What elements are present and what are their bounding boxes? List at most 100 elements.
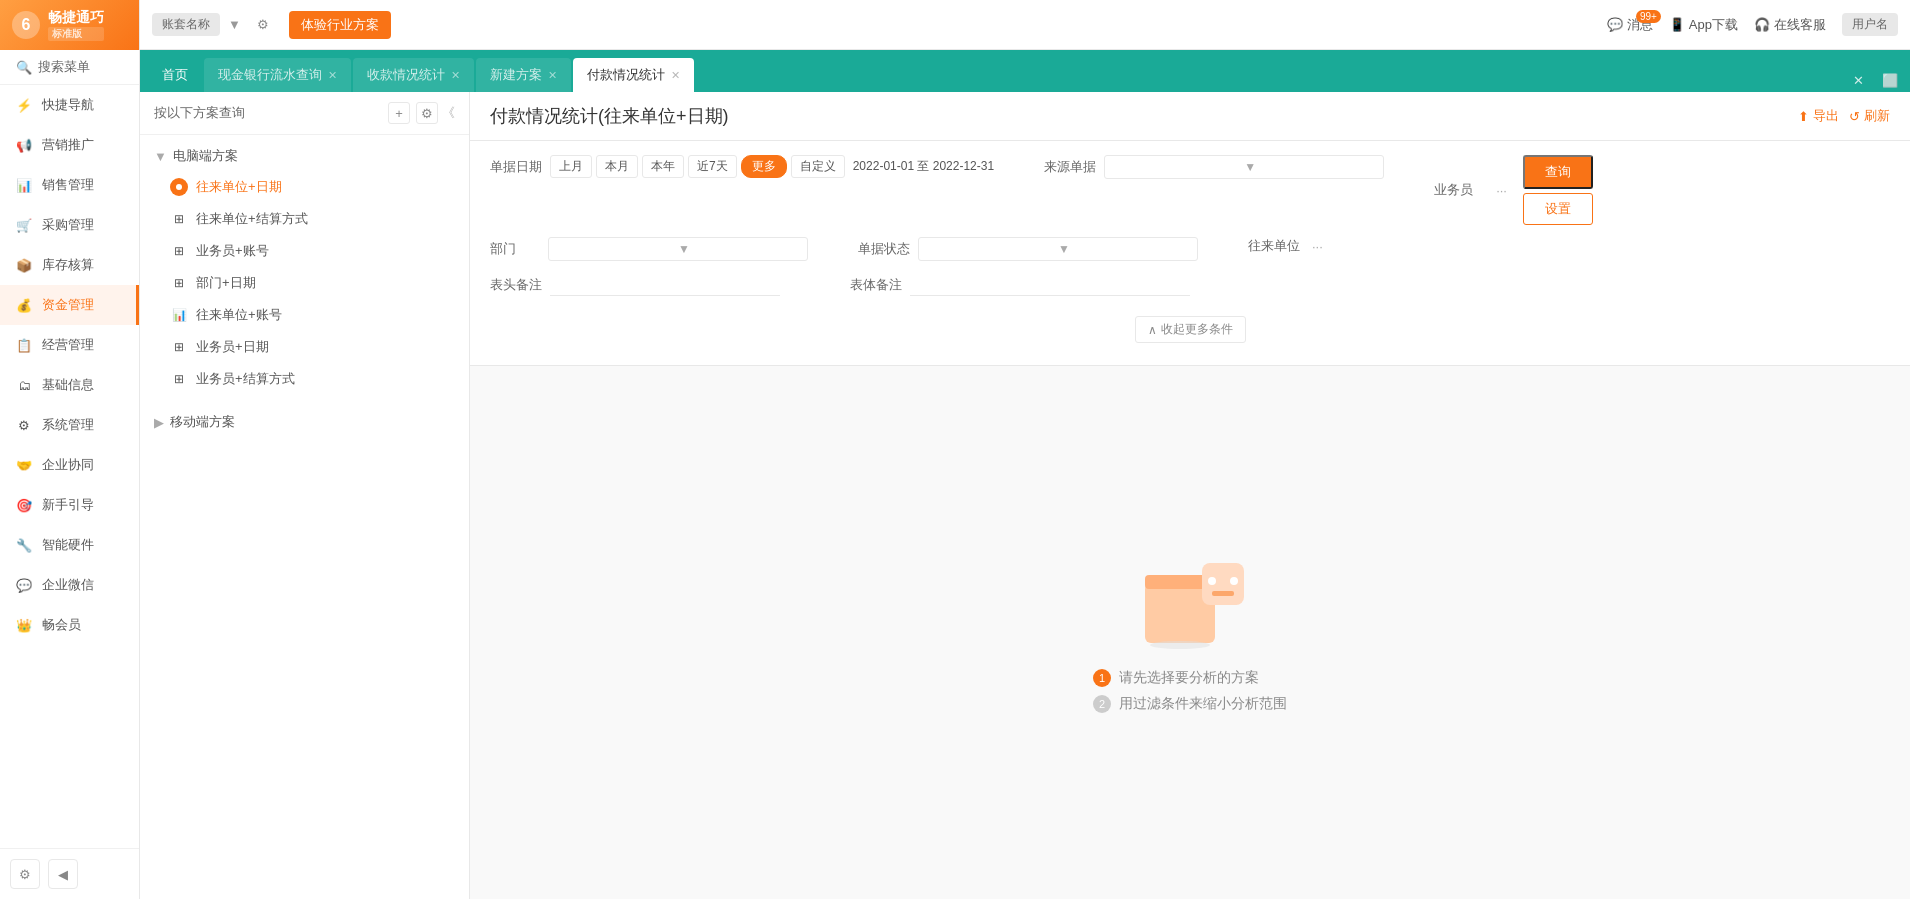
scheme-item-6[interactable]: ⊞ 业务员+结算方式 (140, 363, 469, 395)
more-date-btn[interactable]: 更多 (741, 155, 787, 178)
date-label: 单据日期 (490, 158, 542, 176)
partner-filter: 往来单位 ··· (1248, 237, 1323, 255)
guide-icon: 🎯 (14, 495, 34, 515)
sidebar-item-guide[interactable]: 🎯 新手引导 (0, 485, 139, 525)
scheme-item-5[interactable]: ⊞ 业务员+日期 (140, 331, 469, 363)
sidebar-item-wechat[interactable]: 💬 企业微信 (0, 565, 139, 605)
sidebar-item-cooperation[interactable]: 🤝 企业协同 (0, 445, 139, 485)
app-download-button[interactable]: 📱 App下载 (1669, 16, 1738, 34)
this-month-btn[interactable]: 本月 (596, 155, 638, 178)
topbar-right: 💬 消息 99+ 📱 App下载 🎧 在线客服 用户名 (1607, 13, 1898, 36)
purchase-icon: 🛒 (14, 215, 34, 235)
content-area: 按以下方案查询 + ⚙ 《 ▼ 电脑端方案 往来单位+日期 ⊞ 往来 (140, 92, 1910, 899)
settings-footer-button[interactable]: ⚙ (10, 859, 40, 889)
source-select[interactable]: ▼ (1104, 155, 1384, 179)
scheme-panel-header: 按以下方案查询 + ⚙ 《 (140, 92, 469, 135)
mobile-scheme-section: ▶ 移动端方案 (140, 401, 469, 443)
nav-label: 资金管理 (42, 296, 94, 314)
tab-payment-close[interactable]: ✕ (671, 69, 680, 82)
sidebar-item-inventory[interactable]: 📦 库存核算 (0, 245, 139, 285)
search-menu[interactable]: 🔍 搜索菜单 (0, 50, 139, 85)
sidebar-item-sales[interactable]: 📊 销售管理 (0, 165, 139, 205)
header-remark-input[interactable] (550, 273, 780, 296)
sidebar-item-shortcut[interactable]: ⚡ 快捷导航 (0, 85, 139, 125)
nav-label: 基础信息 (42, 376, 94, 394)
tab-bank-label: 现金银行流水查询 (218, 66, 322, 84)
partner-more[interactable]: ··· (1312, 239, 1323, 254)
scheme-item-4[interactable]: 📊 往来单位+账号 (140, 299, 469, 331)
tab-new-scheme-close[interactable]: ✕ (548, 69, 557, 82)
body-remark-filter: 表体备注 (850, 273, 1190, 296)
tab-payment[interactable]: 付款情况统计 ✕ (573, 58, 694, 92)
status-select[interactable]: ▼ (918, 237, 1198, 261)
settings-icon[interactable]: ⚙ (249, 11, 277, 39)
sidebar-item-system[interactable]: ⚙ 系统管理 (0, 405, 139, 445)
scheme-table-icon: ⊞ (170, 370, 188, 388)
tab-collection[interactable]: 收款情况统计 ✕ (353, 58, 474, 92)
logo-sub: 标准版 (48, 27, 104, 41)
account-dropdown[interactable]: ▼ (228, 17, 241, 32)
tab-bank[interactable]: 现金银行流水查询 ✕ (204, 58, 351, 92)
message-badge: 99+ (1636, 10, 1661, 23)
sidebar-item-operation[interactable]: 📋 经营管理 (0, 325, 139, 365)
filter-area: 单据日期 上月 本月 本年 近7天 更多 自定义 2022-01-01 至 20… (470, 141, 1910, 366)
maximize-button[interactable]: ⬜ (1878, 68, 1902, 92)
collapse-sidebar-button[interactable]: ◀ (48, 859, 78, 889)
messages-button[interactable]: 💬 消息 99+ (1607, 16, 1653, 34)
hint-num-2: 2 (1093, 695, 1111, 713)
scheme-item-3[interactable]: ⊞ 部门+日期 (140, 267, 469, 299)
staff-filter: 业务员 ··· 查询 设置 (1434, 155, 1593, 225)
content-right: 付款情况统计(往来单位+日期) ⬆ 导出 ↺ 刷新 单 (470, 92, 1910, 899)
sidebar-item-purchase[interactable]: 🛒 采购管理 (0, 205, 139, 245)
close-all-tabs-button[interactable]: ✕ (1846, 68, 1870, 92)
staff-more[interactable]: ··· (1496, 183, 1507, 198)
scheme-settings-button[interactable]: ⚙ (416, 102, 438, 124)
nav-label: 销售管理 (42, 176, 94, 194)
shortcut-icon: ⚡ (14, 95, 34, 115)
desktop-scheme-section: ▼ 电脑端方案 往来单位+日期 ⊞ 往来单位+结算方式 ⊞ 业务员+账号 ⊞ (140, 135, 469, 401)
query-button[interactable]: 查询 (1523, 155, 1593, 189)
setting-button[interactable]: 设置 (1523, 193, 1593, 225)
hardware-icon: 🔧 (14, 535, 34, 555)
scheme-table-icon: ⊞ (170, 338, 188, 356)
scheme-item-2[interactable]: ⊞ 业务员+账号 (140, 235, 469, 267)
operation-icon: 📋 (14, 335, 34, 355)
tab-bank-close[interactable]: ✕ (328, 69, 337, 82)
sidebar-footer: ⚙ ◀ (0, 848, 139, 899)
empty-hints: 1 请先选择要分析的方案 2 用过滤条件来缩小分析范围 (1093, 669, 1287, 713)
account-name[interactable]: 账套名称 (152, 13, 220, 36)
sidebar-item-basic[interactable]: 🗂 基础信息 (0, 365, 139, 405)
add-scheme-button[interactable]: + (388, 102, 410, 124)
date-range-value: 2022-01-01 至 2022-12-31 (853, 158, 994, 175)
mobile-section-header[interactable]: ▶ 移动端方案 (140, 407, 469, 437)
sidebar-item-vip[interactable]: 👑 畅会员 (0, 605, 139, 645)
sidebar-item-hardware[interactable]: 🔧 智能硬件 (0, 525, 139, 565)
desktop-section-header[interactable]: ▼ 电脑端方案 (140, 141, 469, 171)
custom-date-btn[interactable]: 自定义 (791, 155, 845, 178)
export-button[interactable]: ⬆ 导出 (1798, 107, 1839, 125)
filter-row-1: 单据日期 上月 本月 本年 近7天 更多 自定义 2022-01-01 至 20… (490, 155, 1890, 225)
refresh-button[interactable]: ↺ 刷新 (1849, 107, 1890, 125)
trial-button[interactable]: 体验行业方案 (289, 11, 391, 39)
header-remark-label: 表头备注 (490, 276, 542, 294)
scheme-item-1[interactable]: ⊞ 往来单位+结算方式 (140, 203, 469, 235)
collapse-scheme-button[interactable]: 《 (442, 104, 455, 122)
body-remark-input[interactable] (910, 273, 1190, 296)
user-avatar[interactable]: 用户名 (1842, 13, 1898, 36)
tab-home[interactable]: 首页 (148, 58, 202, 92)
main-area: 账套名称 ▼ ⚙ 体验行业方案 💬 消息 99+ 📱 App下载 🎧 在线客服 … (140, 0, 1910, 899)
sidebar-item-capital[interactable]: 💰 资金管理 (0, 285, 139, 325)
online-service-button[interactable]: 🎧 在线客服 (1754, 16, 1826, 34)
scheme-panel-label: 按以下方案查询 (154, 104, 245, 122)
last-month-btn[interactable]: 上月 (550, 155, 592, 178)
collapse-conditions-button[interactable]: ∧ 收起更多条件 (1135, 316, 1246, 343)
sidebar-item-marketing[interactable]: 📢 营销推广 (0, 125, 139, 165)
scheme-item-0[interactable]: 往来单位+日期 (140, 171, 469, 203)
tab-collection-close[interactable]: ✕ (451, 69, 460, 82)
last-7days-btn[interactable]: 近7天 (688, 155, 737, 178)
staff-label: 业务员 (1434, 181, 1484, 199)
tab-new-scheme[interactable]: 新建方案 ✕ (476, 58, 571, 92)
section-arrow: ▶ (154, 415, 164, 430)
this-year-btn[interactable]: 本年 (642, 155, 684, 178)
dept-select[interactable]: ▼ (548, 237, 808, 261)
